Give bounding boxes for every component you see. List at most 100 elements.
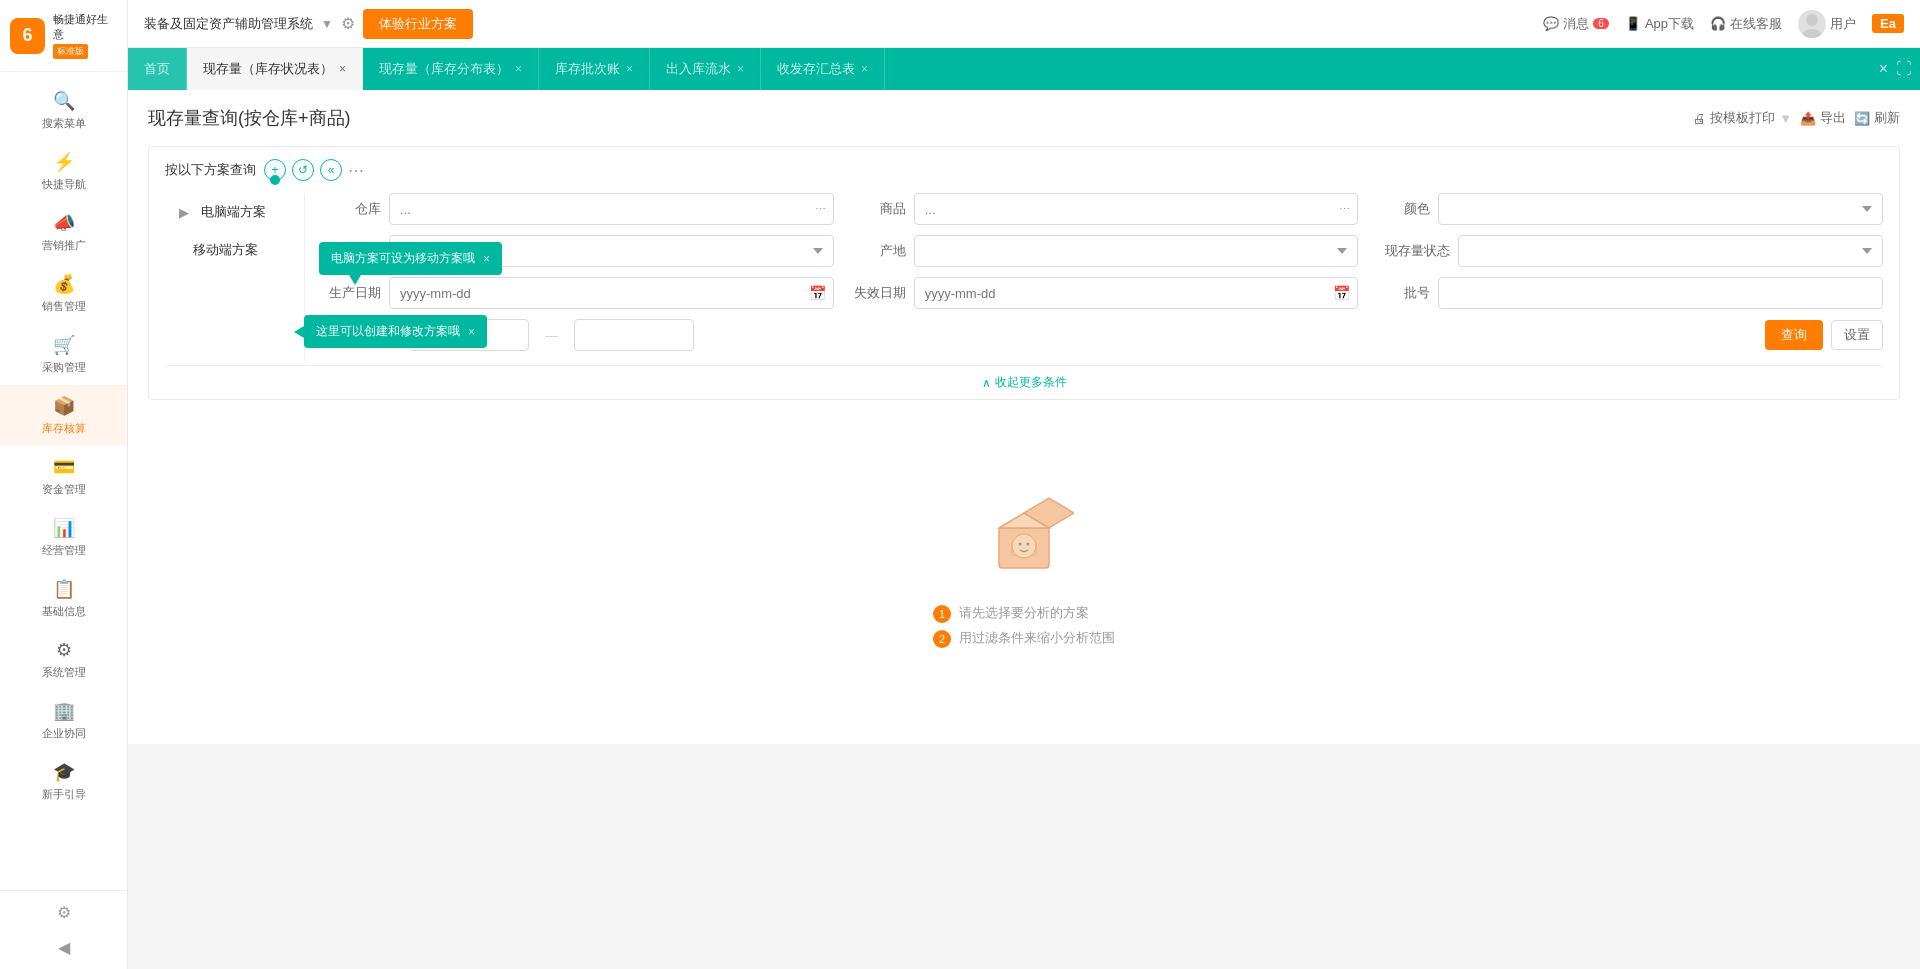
tab-close-in-out-flow[interactable]: ×: [737, 62, 744, 76]
trial-btn[interactable]: 体验行业方案: [363, 9, 473, 39]
expire-date-label: 失效日期: [846, 284, 906, 302]
close-all-tabs-icon[interactable]: ×: [1879, 60, 1888, 78]
sidebar-item-finance[interactable]: 💳 资金管理: [0, 446, 127, 507]
marketing-icon: 📣: [53, 212, 75, 234]
goods-input[interactable]: [914, 193, 1359, 225]
user-menu[interactable]: 用户: [1798, 10, 1856, 38]
ea-badge: Ea: [1872, 14, 1904, 33]
title-actions: 🖨 按模板打印 ▼ 📤 导出 🔄 刷新: [1693, 109, 1900, 127]
filter-row-1: 仓库 ⋯ 商品 ⋯: [321, 193, 1883, 225]
stock-qty-max-input[interactable]: [574, 319, 694, 351]
tooltip-scheme-create: 这里可以创建和修改方案哦 ×: [304, 315, 487, 348]
query-btn[interactable]: 查询: [1765, 320, 1823, 350]
scheme-item-pc[interactable]: ▶ 电脑端方案: [165, 193, 296, 231]
filter-section: 按以下方案查询 + ↺ « ⋯: [148, 146, 1900, 400]
sidebar-item-enterprise[interactable]: 🏢 企业协同: [0, 690, 127, 751]
produce-date-wrap: 📅: [389, 277, 834, 309]
goods-group: 商品 ⋯: [846, 193, 1359, 225]
tooltip2-arrow: [294, 326, 304, 338]
tab-close-batch-ledger[interactable]: ×: [626, 62, 633, 76]
produce-date-calendar-icon[interactable]: 📅: [809, 285, 826, 301]
tooltip1-arrow: [349, 275, 361, 285]
collapse-bar[interactable]: ∧ 收起更多条件: [165, 365, 1883, 399]
batch-label: 批号: [1370, 284, 1430, 302]
sidebar-item-sales[interactable]: 💰 销售管理: [0, 263, 127, 324]
warehouse-input[interactable]: [389, 193, 834, 225]
settings-query-btn[interactable]: 设置: [1831, 320, 1883, 350]
empty-state: 1 请先选择要分析的方案 2 用过滤条件来缩小分析范围: [148, 408, 1900, 728]
filter-row-3: 生产日期 📅 失效日期: [321, 277, 1883, 309]
tab-batch-ledger[interactable]: 库存批次账 ×: [539, 48, 650, 90]
sidebar-item-basic-info[interactable]: 📋 基础信息: [0, 568, 127, 629]
tab-inventory-status[interactable]: 现存量（库存状况表） ×: [187, 48, 363, 90]
sidebar-item-system[interactable]: ⚙ 系统管理: [0, 629, 127, 690]
sidebar-item-guide[interactable]: 🎓 新手引导: [0, 751, 127, 812]
add-scheme-btn[interactable]: +: [264, 159, 286, 181]
sidebar: 6 畅捷通好生意 标准版 🔍 搜索菜单 ⚡ 快捷导航 📣 营销推广 💰 销售管理: [0, 0, 128, 969]
stock-status-select[interactable]: [1458, 235, 1883, 267]
header-settings-icon[interactable]: ⚙: [341, 14, 355, 33]
purchase-icon: 🛒: [53, 334, 75, 356]
tab-inventory-dist[interactable]: 现存量（库存分布表） ×: [363, 48, 539, 90]
header-left: 装备及固定资产辅助管理系统 ▼ ⚙ 体验行业方案: [144, 9, 473, 39]
settings-bottom-icon[interactable]: ⚙: [57, 903, 71, 922]
logo-area: 6 畅捷通好生意 标准版: [0, 0, 127, 72]
tabs-actions: × ⛶: [1879, 60, 1920, 78]
origin-group: 产地: [846, 235, 1359, 267]
batch-input[interactable]: [1438, 277, 1883, 309]
tab-close-inventory-dist[interactable]: ×: [515, 62, 522, 76]
origin-select[interactable]: [914, 235, 1359, 267]
refresh-scheme-btn[interactable]: ↺: [292, 159, 314, 181]
tab-in-out-flow[interactable]: 出入库流水 ×: [650, 48, 761, 90]
headset-icon: 🎧: [1710, 16, 1726, 31]
back-scheme-btn[interactable]: «: [320, 159, 342, 181]
expire-date-input[interactable]: [914, 277, 1359, 309]
sales-icon: 💰: [53, 273, 75, 295]
empty-step-2: 2 用过滤条件来缩小分析范围: [933, 629, 1115, 648]
sidebar-item-quick-nav[interactable]: ⚡ 快捷导航: [0, 141, 127, 202]
sidebar-item-inventory[interactable]: 📦 库存核算: [0, 385, 127, 446]
page-title-bar: 现存量查询(按仓库+商品) 🖨 按模板打印 ▼ 📤 导出 🔄: [148, 106, 1900, 130]
refresh-btn[interactable]: 🔄 刷新: [1854, 109, 1900, 127]
range-separator: —: [537, 328, 566, 343]
page-title: 现存量查询(按仓库+商品): [148, 106, 351, 130]
sidebar-nav: 🔍 搜索菜单 ⚡ 快捷导航 📣 营销推广 💰 销售管理 🛒 采购管理 📦: [0, 72, 127, 890]
print-btn[interactable]: 🖨 按模板打印 ▼: [1693, 109, 1792, 127]
empty-step-1: 1 请先选择要分析的方案: [933, 604, 1115, 623]
system-dropdown-icon[interactable]: ▼: [321, 17, 333, 31]
online-support-btn[interactable]: 🎧 在线客服: [1710, 15, 1782, 33]
scheme-item-mobile[interactable]: 移动端方案: [165, 231, 296, 269]
tab-receive-summary[interactable]: 收发存汇总表 ×: [761, 48, 885, 90]
goods-input-wrap: ⋯: [914, 193, 1359, 225]
export-btn[interactable]: 📤 导出: [1800, 109, 1846, 127]
user-avatar: [1798, 10, 1826, 38]
tooltip1-close-btn[interactable]: ×: [483, 252, 490, 266]
more-options-btn[interactable]: ⋯: [348, 161, 365, 180]
refresh-icon: 🔄: [1854, 111, 1870, 126]
produce-date-input[interactable]: [389, 277, 834, 309]
guide-icon: 🎓: [53, 761, 75, 783]
produce-date-group: 生产日期 📅: [321, 277, 834, 309]
tooltip2-close-btn[interactable]: ×: [468, 325, 475, 339]
scheme-list: ▶ 电脑端方案 移动端方案: [165, 193, 305, 361]
step-num-2: 2: [933, 630, 951, 648]
sidebar-item-operations[interactable]: 📊 经营管理: [0, 507, 127, 568]
collapse-sidebar-icon[interactable]: ◀: [58, 938, 70, 957]
color-select[interactable]: [1438, 193, 1883, 225]
sidebar-item-search[interactable]: 🔍 搜索菜单: [0, 80, 127, 141]
tab-home[interactable]: 首页: [128, 48, 187, 90]
tab-close-inventory-status[interactable]: ×: [339, 62, 346, 76]
sidebar-item-marketing[interactable]: 📣 营销推广: [0, 202, 127, 263]
filter-form: 仓库 ⋯ 商品 ⋯: [305, 193, 1883, 361]
svg-point-7: [1019, 543, 1022, 546]
fullscreen-icon[interactable]: ⛶: [1896, 60, 1912, 78]
expire-date-calendar-icon[interactable]: 📅: [1333, 285, 1350, 301]
tab-close-receive-summary[interactable]: ×: [861, 62, 868, 76]
batch-group: 批号: [1370, 277, 1883, 309]
print-dropdown-icon: ▼: [1779, 111, 1792, 126]
message-btn[interactable]: 💬 消息 6: [1543, 15, 1609, 33]
inventory-icon: 📦: [53, 395, 75, 417]
app-download-btn[interactable]: 📱 App下载: [1625, 15, 1694, 33]
goods-label: 商品: [846, 200, 906, 218]
sidebar-item-purchase[interactable]: 🛒 采购管理: [0, 324, 127, 385]
